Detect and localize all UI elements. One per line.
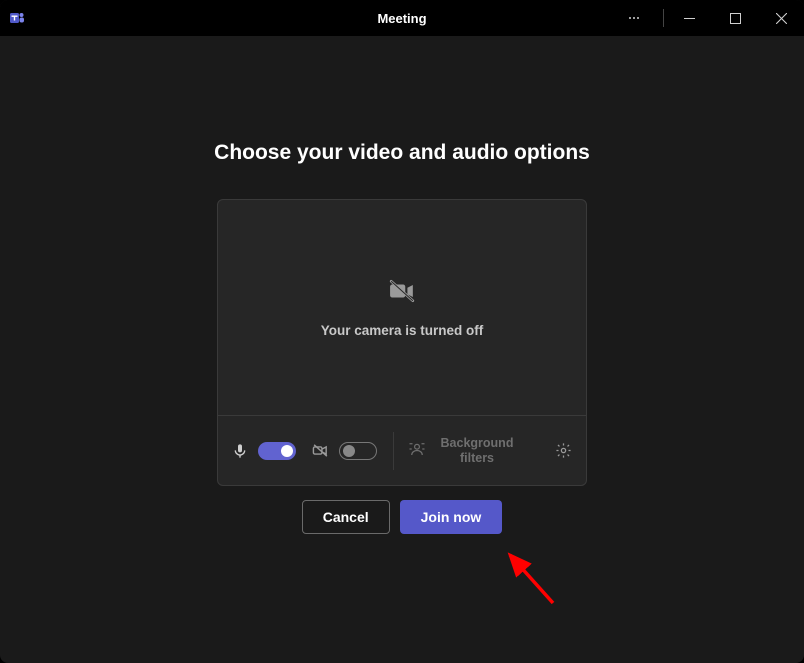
- maximize-button[interactable]: [712, 0, 758, 36]
- teams-app-icon: [8, 9, 26, 27]
- microphone-icon: [232, 443, 248, 459]
- controls-separator: [393, 432, 394, 470]
- camera-toggle[interactable]: [339, 442, 377, 460]
- camera-off-icon: [389, 278, 415, 309]
- cancel-button[interactable]: Cancel: [302, 500, 390, 534]
- device-settings-button[interactable]: [555, 442, 572, 459]
- video-preview-card: Your camera is turned off: [217, 199, 587, 486]
- device-controls-bar: Background filters: [218, 415, 586, 485]
- join-now-button[interactable]: Join now: [400, 500, 503, 534]
- page-heading: Choose your video and audio options: [214, 141, 590, 165]
- titlebar-controls: [611, 0, 804, 36]
- video-preview-area: Your camera is turned off: [218, 200, 586, 415]
- minimize-button[interactable]: [666, 0, 712, 36]
- titlebar-separator: [663, 9, 664, 27]
- more-options-button[interactable]: [611, 0, 657, 36]
- background-filters-label: Background filters: [438, 436, 516, 466]
- background-filters-button[interactable]: Background filters: [408, 436, 516, 466]
- microphone-toggle[interactable]: [258, 442, 296, 460]
- background-filters-icon: [408, 440, 426, 462]
- camera-off-label: Your camera is turned off: [321, 323, 484, 338]
- action-buttons: Cancel Join now: [302, 500, 503, 534]
- prejoin-content: Choose your video and audio options Your…: [0, 36, 804, 663]
- camera-icon: [312, 442, 329, 459]
- close-button[interactable]: [758, 0, 804, 36]
- titlebar: Meeting: [0, 0, 804, 36]
- app-window: Meeting Choose your video and audio opti…: [0, 0, 804, 663]
